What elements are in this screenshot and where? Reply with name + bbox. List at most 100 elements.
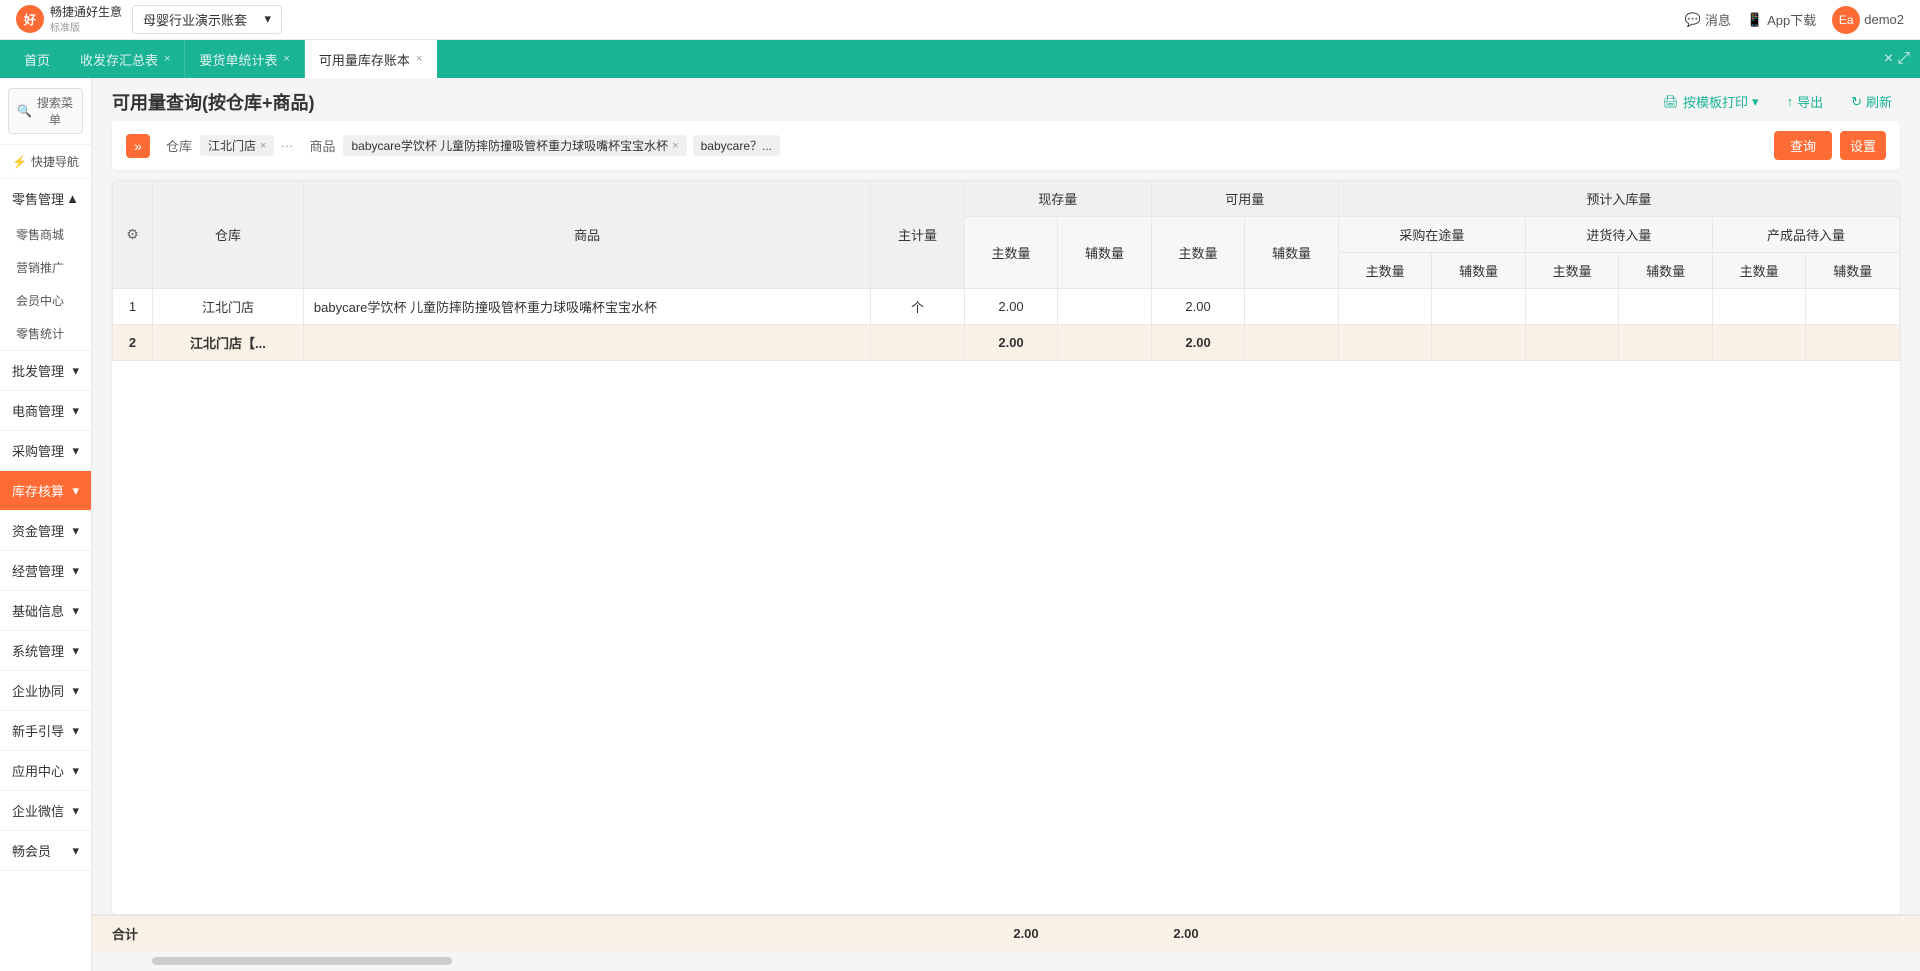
sidebar-item-quick-nav[interactable]: ⚡ 快捷导航 bbox=[0, 145, 91, 179]
th-production-pending: 产成品待入量 bbox=[1712, 217, 1899, 253]
sidebar-group-guide-header[interactable]: 新手引导 ▾ bbox=[0, 711, 91, 750]
main-layout: 🔍 搜索菜单 ⚡ 快捷导航 零售管理 ▲ 零售商城 营销推广 会员中心 零售统计… bbox=[0, 78, 1920, 971]
table-cell: babycare学饮杯 儿童防摔防撞吸管杯重力球吸嘴杯宝宝水杯 bbox=[303, 289, 870, 325]
sidebar-group-basic-header[interactable]: 基础信息 ▾ bbox=[0, 591, 91, 630]
sidebar-group-enterprise-label: 企业协同 bbox=[12, 681, 64, 700]
product-tag-1: babycare？... bbox=[693, 135, 780, 156]
settings-btn[interactable]: 设置 bbox=[1840, 131, 1886, 160]
footer-label: 合计 bbox=[112, 924, 312, 943]
sidebar-group-operations-header[interactable]: 经营管理 ▾ bbox=[0, 551, 91, 590]
sidebar-group-wholesale-header[interactable]: 批发管理 ▾ bbox=[0, 351, 91, 390]
table-cell bbox=[1245, 289, 1339, 325]
sidebar-group-member-header[interactable]: 畅会员 ▾ bbox=[0, 831, 91, 870]
refresh-btn[interactable]: ↻ 刷新 bbox=[1843, 88, 1900, 115]
sidebar-item-retail-mall[interactable]: 零售商城 bbox=[0, 218, 91, 251]
sidebar-group-basic: 基础信息 ▾ bbox=[0, 591, 91, 631]
th-product: 商品 bbox=[303, 181, 870, 289]
top-bar-left: 好 畅捷通好生意 标准版 母婴行业演示账套 ▾ bbox=[16, 5, 282, 34]
filter-more-icon[interactable]: ··· bbox=[280, 138, 293, 153]
sidebar-group-guide: 新手引导 ▾ bbox=[0, 711, 91, 751]
th-settings[interactable]: ⚙ bbox=[113, 181, 153, 289]
filter-warehouse-group: 仓库 江北门店 × ··· bbox=[166, 135, 293, 156]
nav-tabs: 首页 收发存汇总表 × 要货单统计表 × 可用量库存账本 × × ⤢ bbox=[0, 40, 1920, 78]
warehouse-tag-close[interactable]: × bbox=[260, 140, 266, 152]
tab-receive-summary-close[interactable]: × bbox=[164, 53, 170, 65]
table-row: 2江北门店【...2.002.00 bbox=[113, 325, 1900, 361]
sidebar-group-retail-label: 零售管理 bbox=[12, 189, 64, 208]
search-icon: 🔍 bbox=[17, 104, 32, 118]
print-btn[interactable]: 🖨 按模板打印 ▾ bbox=[1655, 88, 1767, 115]
sidebar-group-wechat-header[interactable]: 企业微信 ▾ bbox=[0, 791, 91, 830]
table-cell bbox=[1525, 325, 1619, 361]
query-btn[interactable]: 查询 bbox=[1774, 131, 1832, 160]
tab-requisition-stats-label: 要货单统计表 bbox=[199, 50, 277, 69]
chevron-icon-operations: ▾ bbox=[72, 563, 79, 579]
window-maximize-icon[interactable]: ⤢ bbox=[1897, 50, 1910, 68]
window-close-icon[interactable]: × bbox=[1884, 50, 1893, 68]
print-chevron-icon: ▾ bbox=[1752, 94, 1759, 110]
logo-text: 畅捷通好生意 bbox=[50, 5, 122, 19]
sidebar-group-finance-header[interactable]: 资金管理 ▾ bbox=[0, 511, 91, 550]
product-tag-close-0[interactable]: × bbox=[672, 140, 678, 152]
nav-spacer bbox=[437, 40, 1873, 78]
sidebar-item-retail-stats[interactable]: 零售统计 bbox=[0, 317, 91, 350]
sidebar-item-marketing[interactable]: 营销推广 bbox=[0, 251, 91, 284]
quick-nav-icon: ⚡ bbox=[12, 155, 27, 169]
home-label: 首页 bbox=[24, 50, 50, 69]
sidebar-group-stock-header[interactable]: 库存核算 ▾ bbox=[0, 471, 91, 510]
table-cell: 2.00 bbox=[964, 325, 1058, 361]
export-btn[interactable]: ↑ 导出 bbox=[1779, 88, 1832, 115]
table-cell bbox=[1338, 289, 1432, 325]
page-actions: 🖨 按模板打印 ▾ ↑ 导出 ↻ 刷新 bbox=[1655, 88, 1901, 115]
user-btn[interactable]: Ea demo2 bbox=[1832, 6, 1904, 34]
page-title: 可用量查询(按仓库+商品) bbox=[112, 89, 315, 115]
table-cell bbox=[1338, 325, 1432, 361]
sidebar-group-retail-header[interactable]: 零售管理 ▲ bbox=[0, 179, 91, 218]
user-initials: Ea bbox=[1839, 13, 1854, 27]
th-planned-in: 预计入库量 bbox=[1338, 181, 1899, 217]
tab-available-stock-close[interactable]: × bbox=[416, 53, 422, 65]
table-wrapper: ⚙ 仓库 商品 主计量 现存量 可用量 预计入库量 主数量 辅数量 主数量 辅数… bbox=[112, 180, 1900, 914]
product-filter-label: 商品 bbox=[309, 136, 335, 155]
message-icon: 💬 bbox=[1685, 12, 1701, 28]
table-footer: 合计 2.00 2.00 bbox=[92, 914, 1920, 951]
table-cell: 2.00 bbox=[1151, 289, 1245, 325]
print-icon: 🖨 bbox=[1663, 94, 1680, 110]
settings-gear-icon[interactable]: ⚙ bbox=[126, 226, 139, 242]
sidebar-group-purchase-header[interactable]: 采购管理 ▾ bbox=[0, 431, 91, 470]
sidebar-group-enterprise-header[interactable]: 企业协同 ▾ bbox=[0, 671, 91, 710]
chevron-icon-basic: ▾ bbox=[72, 603, 79, 619]
sidebar-group-stock: 库存核算 ▾ bbox=[0, 471, 91, 511]
sidebar-group-ecommerce-label: 电商管理 bbox=[12, 401, 64, 420]
tab-requisition-stats[interactable]: 要货单统计表 × bbox=[185, 40, 304, 78]
tab-requisition-stats-close[interactable]: × bbox=[283, 53, 289, 65]
tab-available-stock[interactable]: 可用量库存账本 × bbox=[305, 40, 437, 78]
table-cell bbox=[1432, 325, 1526, 361]
scroll-thumb[interactable] bbox=[152, 957, 452, 965]
bottom-scroll[interactable] bbox=[112, 955, 1900, 967]
sidebar-group-ecommerce-header[interactable]: 电商管理 ▾ bbox=[0, 391, 91, 430]
th-unit: 主计量 bbox=[871, 181, 965, 289]
table-cell bbox=[1619, 289, 1713, 325]
message-btn[interactable]: 💬 消息 bbox=[1685, 10, 1731, 29]
chevron-icon-ecommerce: ▾ bbox=[72, 403, 79, 419]
table-cell bbox=[1245, 325, 1339, 361]
sidebar-group-retail: 零售管理 ▲ 零售商城 营销推广 会员中心 零售统计 bbox=[0, 179, 91, 351]
th-on-hand-aux: 辅数量 bbox=[1058, 217, 1152, 289]
table-cell bbox=[1806, 289, 1900, 325]
search-menu-btn[interactable]: 🔍 搜索菜单 bbox=[8, 88, 83, 134]
tab-home[interactable]: 首页 bbox=[8, 40, 66, 78]
product-filter-tags: babycare学饮杯 儿童防摔防撞吸管杯重力球吸嘴杯宝宝水杯 × babyca… bbox=[343, 135, 780, 156]
chevron-icon-purchase: ▾ bbox=[72, 443, 79, 459]
sidebar-group-system-header[interactable]: 系统管理 ▾ bbox=[0, 631, 91, 670]
app-download-btn[interactable]: 📱 App下载 bbox=[1747, 10, 1816, 29]
nav-window-btns: × ⤢ bbox=[1874, 40, 1920, 78]
filter-expand-btn[interactable]: » bbox=[126, 134, 150, 158]
table-row: 1江北门店babycare学饮杯 儿童防摔防撞吸管杯重力球吸嘴杯宝宝水杯个2.0… bbox=[113, 289, 1900, 325]
tab-receive-summary[interactable]: 收发存汇总表 × bbox=[66, 40, 185, 78]
chevron-icon-member: ▾ bbox=[72, 843, 79, 859]
data-table: ⚙ 仓库 商品 主计量 现存量 可用量 预计入库量 主数量 辅数量 主数量 辅数… bbox=[112, 180, 1900, 361]
workspace-selector[interactable]: 母婴行业演示账套 ▾ bbox=[132, 5, 282, 34]
sidebar-group-appstore-header[interactable]: 应用中心 ▾ bbox=[0, 751, 91, 790]
sidebar-item-member-center[interactable]: 会员中心 bbox=[0, 284, 91, 317]
